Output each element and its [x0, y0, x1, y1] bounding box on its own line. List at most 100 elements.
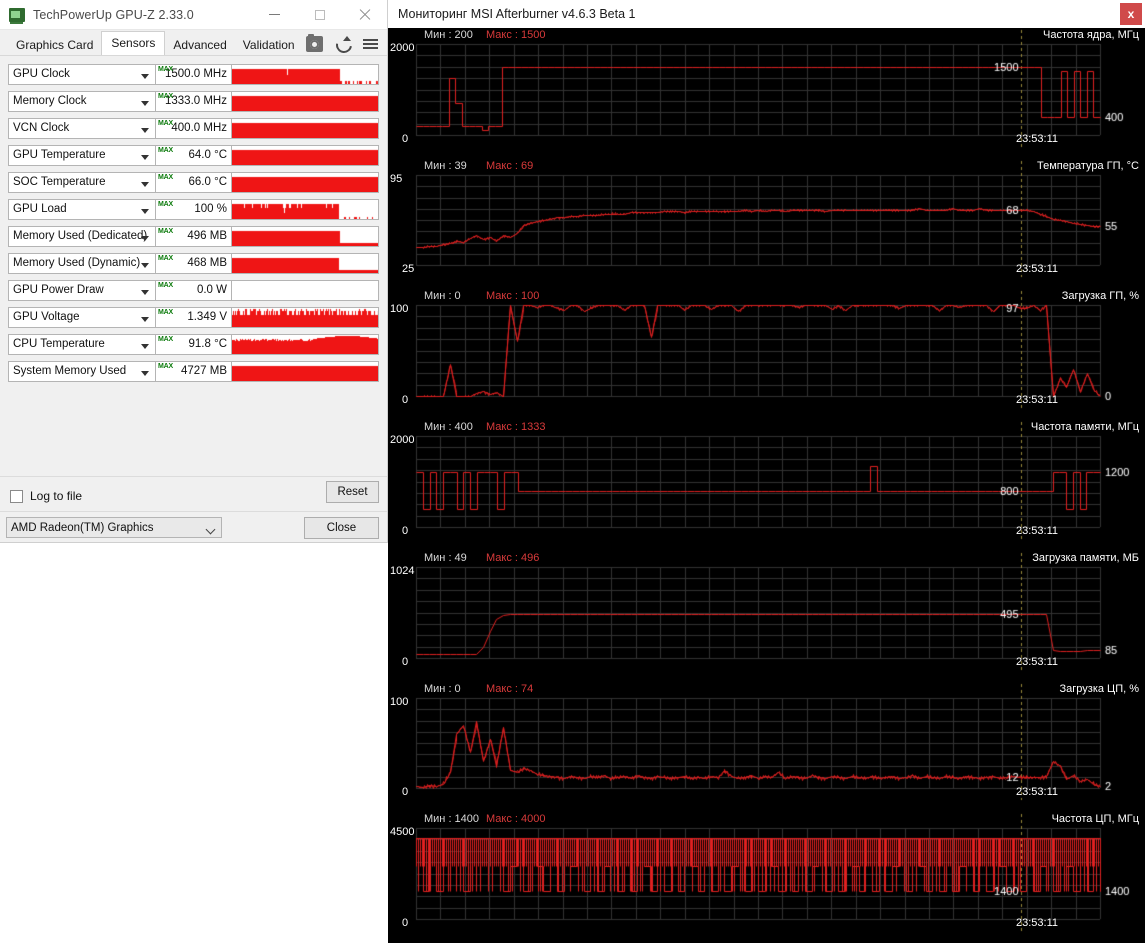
tab-advanced[interactable]: Advanced — [165, 34, 234, 56]
sensor-name-dropdown[interactable]: Memory Used (Dedicated) — [8, 225, 156, 247]
graph-panel[interactable]: Мин : 1400 Макс : 4000 Частота ЦП, МГц 4500… — [388, 812, 1145, 943]
sensor-value: MAX 64.0 °C — [156, 144, 232, 166]
gpuz-tab-bar: Graphics Card Sensors Advanced Validatio… — [0, 31, 387, 56]
graph-max-label: Макс : 4000 — [486, 813, 546, 825]
sensor-name-dropdown[interactable]: GPU Temperature — [8, 144, 156, 166]
graph-panel[interactable]: Мин : 400 Макс : 1333 Частота памяти, МГц 2… — [388, 420, 1145, 551]
graph-min-label: Мин : 1400 — [424, 813, 480, 825]
max-badge: MAX — [158, 146, 173, 154]
graph-min-label: Мин : 200 — [424, 29, 473, 41]
tab-validation[interactable]: Validation — [235, 34, 303, 56]
graph-time-label: 23:53:11 — [1016, 917, 1059, 929]
sensor-value-text: 64.0 °C — [188, 149, 227, 161]
graph-time-label: 23:53:11 — [1016, 656, 1059, 668]
max-badge: MAX — [158, 281, 173, 289]
graph-panel[interactable]: Мин : 200 Макс : 1500 Частота ядра, МГц 200… — [388, 28, 1145, 159]
sensor-name-dropdown[interactable]: System Memory Used — [8, 360, 156, 382]
sensor-value-text: 400.0 MHz — [171, 122, 227, 134]
tab-graphics-card[interactable]: Graphics Card — [8, 34, 101, 56]
camera-icon[interactable] — [306, 34, 323, 52]
hamburger-menu-icon[interactable] — [362, 36, 379, 52]
chevron-down-icon — [141, 262, 149, 268]
graph-panel[interactable]: Мин : 0 Макс : 74 Загрузка ЦП, % 100 0 23:53:… — [388, 682, 1145, 812]
gpuz-titlebar: TechPowerUp GPU-Z 2.33.0 — [0, 0, 387, 30]
sensor-name-label: VCN Clock — [13, 122, 70, 134]
close-icon — [359, 9, 371, 21]
refresh-icon[interactable] — [334, 36, 351, 52]
close-button[interactable] — [342, 0, 387, 29]
gpu-select-dropdown[interactable]: AMD Radeon(TM) Graphics — [6, 517, 222, 538]
close-dialog-button[interactable]: Close — [304, 517, 379, 539]
graph-panel[interactable]: Мин : 49 Макс : 496 Загрузка памяти, МБ 102… — [388, 551, 1145, 682]
sensor-value-text: 100 % — [194, 203, 227, 215]
sensor-name-dropdown[interactable]: CPU Temperature — [8, 333, 156, 355]
sensor-name-label: GPU Power Draw — [13, 284, 104, 296]
sensor-name-dropdown[interactable]: GPU Voltage — [8, 306, 156, 328]
sensor-value: MAX 0.0 W — [156, 279, 232, 301]
graph-ytick-bottom: 25 — [402, 263, 415, 275]
sensor-row: VCN Clock MAX 400.0 MHz — [8, 116, 379, 140]
sensor-name-label: GPU Clock — [13, 68, 70, 80]
gpuz-toolbar — [306, 34, 379, 52]
max-badge: MAX — [158, 227, 173, 235]
graph-title: Частота памяти, МГц — [1030, 421, 1139, 433]
maximize-icon — [314, 9, 325, 20]
graph-panel[interactable]: Мин : 0 Макс : 100 Загрузка ГП, % 100 0 23:53… — [388, 289, 1145, 420]
graph-title: Загрузка памяти, МБ — [1032, 552, 1139, 564]
log-to-file-checkbox[interactable] — [10, 489, 23, 503]
monitoring-graphs: Мин : 200 Макс : 1500 Частота ядра, МГц 200… — [388, 28, 1145, 943]
sensor-name-dropdown[interactable]: Memory Used (Dynamic) — [8, 252, 156, 274]
sensor-name-label: Memory Clock — [13, 95, 87, 107]
chevron-down-icon — [141, 73, 149, 79]
minimize-button[interactable] — [252, 0, 297, 29]
footer-divider — [0, 511, 387, 512]
sensor-name-label: SOC Temperature — [13, 176, 106, 188]
sensor-value-text: 1.349 V — [187, 311, 227, 323]
afterburner-close-button[interactable]: x — [1120, 3, 1142, 25]
afterburner-window-title: Мониторинг MSI Afterburner v4.6.3 Beta 1 — [398, 7, 636, 21]
graph-ytick-top: 4500 — [390, 826, 415, 838]
sensor-value: MAX 66.0 °C — [156, 171, 232, 193]
graph-ytick-top: 100 — [390, 696, 409, 708]
graph-time-label: 23:53:11 — [1016, 263, 1059, 275]
gpu-select-value: AMD Radeon(TM) Graphics — [11, 521, 154, 534]
graph-min-label: Мин : 39 — [424, 160, 467, 172]
sensor-sparkline — [232, 63, 379, 85]
graph-ytick-top: 100 — [390, 303, 409, 315]
sensor-name-dropdown[interactable]: VCN Clock — [8, 117, 156, 139]
sensor-name-label: Memory Used (Dedicated) — [13, 230, 148, 242]
sensor-value-text: 468 MB — [187, 257, 227, 269]
tab-sensors[interactable]: Sensors — [101, 31, 166, 55]
sensor-name-dropdown[interactable]: SOC Temperature — [8, 171, 156, 193]
sensor-name-dropdown[interactable]: GPU Clock — [8, 63, 156, 85]
afterburner-titlebar: Мониторинг MSI Afterburner v4.6.3 Beta 1… — [388, 0, 1145, 28]
chevron-down-icon — [141, 127, 149, 133]
sensor-value: MAX 400.0 MHz — [156, 117, 232, 139]
sensor-row: SOC Temperature MAX 66.0 °C — [8, 170, 379, 194]
sensor-name-label: Memory Used (Dynamic) — [13, 257, 141, 269]
graph-title: Частота ядра, МГц — [1043, 29, 1139, 41]
maximize-button[interactable] — [297, 0, 342, 29]
sensor-name-dropdown[interactable]: Memory Clock — [8, 90, 156, 112]
sensor-name-dropdown[interactable]: GPU Load — [8, 198, 156, 220]
chevron-down-icon — [141, 208, 149, 214]
chevron-down-icon — [141, 316, 149, 322]
graph-max-label: Макс : 1500 — [486, 29, 546, 41]
log-to-file-row[interactable]: Log to file — [10, 485, 377, 507]
chevron-down-icon — [141, 343, 149, 349]
sensor-name-dropdown[interactable]: GPU Power Draw — [8, 279, 156, 301]
sensor-sparkline — [232, 333, 379, 355]
sensor-list: GPU Clock MAX 1500.0 MHz Memory Clock MAX 133… — [0, 57, 387, 476]
graph-panel[interactable]: Мин : 39 Макс : 69 Температура ГП, °C 95 25 2… — [388, 159, 1145, 289]
sensor-value: MAX 1.349 V — [156, 306, 232, 328]
sensor-sparkline — [232, 279, 379, 301]
reset-button[interactable]: Reset — [326, 481, 379, 503]
sensor-value: MAX 91.8 °C — [156, 333, 232, 355]
graph-min-label: Мин : 49 — [424, 552, 467, 564]
sensor-value: MAX 468 MB — [156, 252, 232, 274]
sensor-name-label: System Memory Used — [13, 365, 127, 377]
graph-time-label: 23:53:11 — [1016, 525, 1059, 537]
sensor-row: GPU Temperature MAX 64.0 °C — [8, 143, 379, 167]
sensor-row: System Memory Used MAX 4727 MB — [8, 359, 379, 383]
max-badge: MAX — [158, 119, 173, 127]
